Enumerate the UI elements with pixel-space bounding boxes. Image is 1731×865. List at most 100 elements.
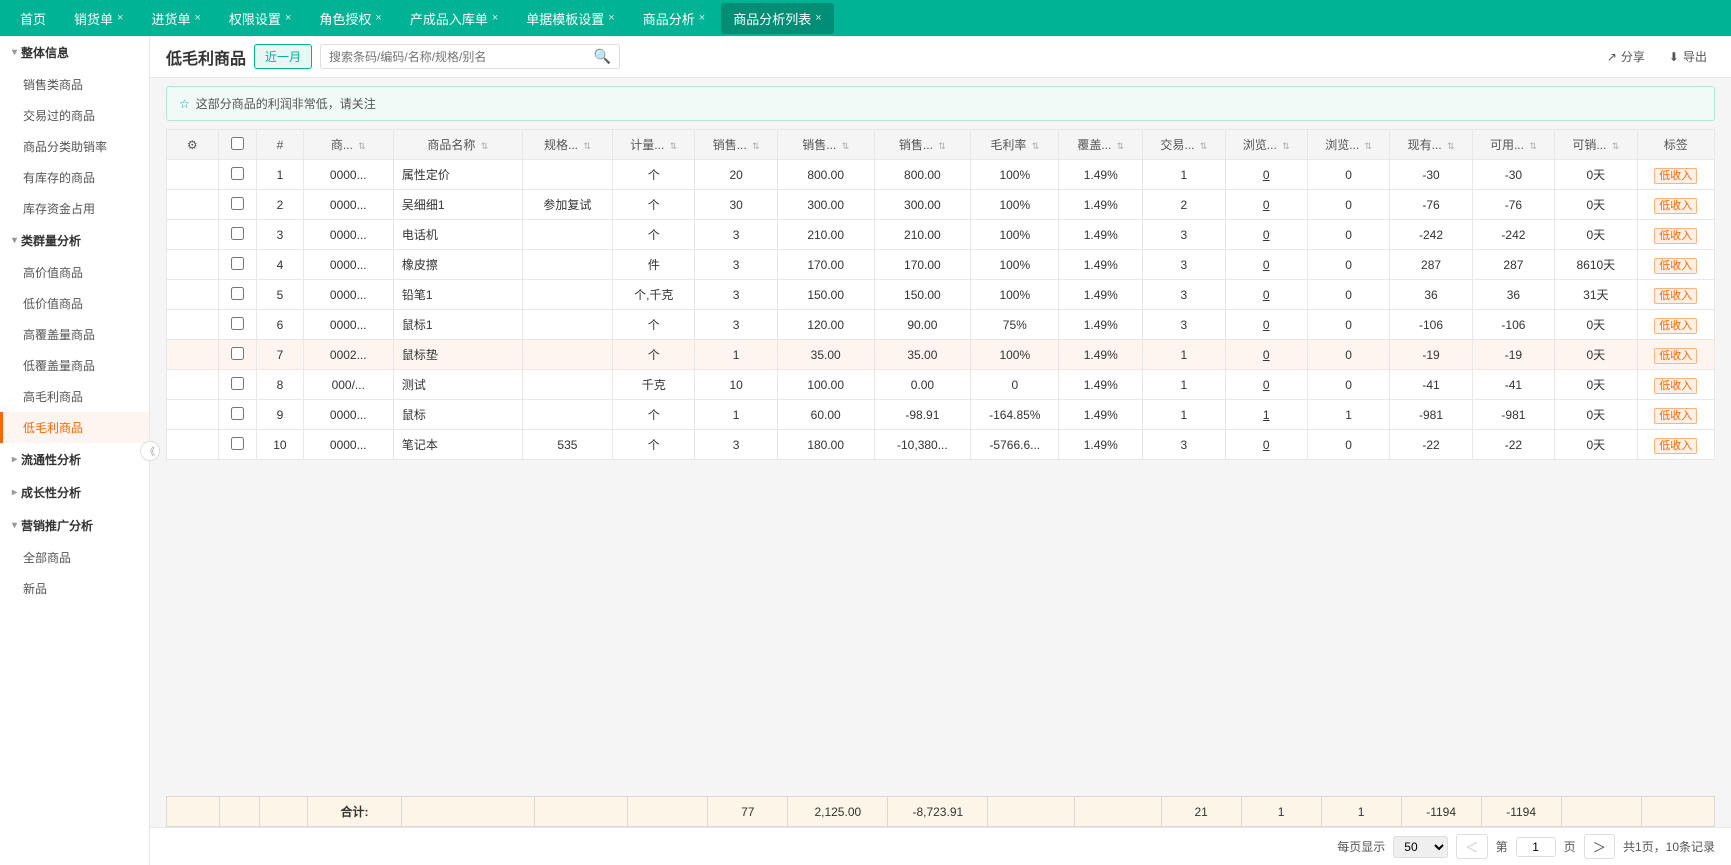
nav-permissions[interactable]: 权限设置 × [217,3,303,34]
row-check-4[interactable] [218,280,257,310]
th-name[interactable]: 商品名称 ⇅ [393,130,522,160]
row-check-7[interactable] [218,370,257,400]
export-button[interactable]: ⬇ 导出 [1661,44,1715,69]
row-browse1-5[interactable]: 0 [1225,310,1307,340]
th-browse1[interactable]: 浏览... ⇅ [1225,130,1307,160]
sidebar-group-circulation[interactable]: ▸ 流通性分析 [0,443,149,476]
nav-close-products[interactable]: × [492,12,498,24]
row-checkbox-4[interactable] [231,287,244,300]
row-settings-6 [167,340,219,370]
row-browse1-3[interactable]: 0 [1225,250,1307,280]
search-input[interactable] [329,50,594,64]
row-check-2[interactable] [218,220,257,250]
prev-page-button[interactable]: ＜ [1456,834,1487,859]
th-unit[interactable]: 计量... ⇅ [613,130,695,160]
row-checkbox-9[interactable] [231,437,244,450]
row-browse1-4[interactable]: 0 [1225,280,1307,310]
nav-close-roles[interactable]: × [375,12,381,24]
sidebar-item-sales-products[interactable]: 销售类商品 [0,69,149,100]
th-sale-price[interactable]: 销售... ⇅ [777,130,874,160]
share-button[interactable]: ↗ 分享 [1599,44,1653,69]
row-browse1-2[interactable]: 0 [1225,220,1307,250]
page-number-input[interactable] [1516,837,1556,857]
sort-icon-name: ⇅ [481,141,489,151]
nav-close-analysis-list[interactable]: × [815,12,821,24]
th-spec[interactable]: 规格... ⇅ [522,130,612,160]
th-sale-days[interactable]: 可销... ⇅ [1555,130,1637,160]
row-check-1[interactable] [218,190,257,220]
sidebar-item-high-coverage[interactable]: 高覆盖量商品 [0,319,149,350]
sidebar-item-low-coverage[interactable]: 低覆盖量商品 [0,350,149,381]
sidebar-item-inventory-capital[interactable]: 库存资金占用 [0,193,149,224]
nav-close-analysis[interactable]: × [699,12,705,24]
nav-close-templates[interactable]: × [608,12,614,24]
sidebar-group-overall[interactable]: ▾ 整体信息 [0,36,149,69]
next-page-button[interactable]: ＞ [1584,834,1615,859]
th-code[interactable]: 商... ⇅ [303,130,393,160]
sidebar-item-category-rate[interactable]: 商品分类助销率 [0,131,149,162]
row-check-6[interactable] [218,340,257,370]
sidebar-item-traded-products[interactable]: 交易过的商品 [0,100,149,131]
nav-templates[interactable]: 单据模板设置 × [514,3,626,34]
table-container[interactable]: ⚙ # 商... ⇅ 商品名称 ⇅ 规格... ⇅ [150,129,1731,796]
nav-sales[interactable]: 销货单 × [62,3,135,34]
nav-purchase[interactable]: 进货单 × [139,3,212,34]
row-check-0[interactable] [218,160,257,190]
row-checkbox-3[interactable] [231,257,244,270]
row-no-1: 2 [257,190,303,220]
row-browse1-0[interactable]: 0 [1225,160,1307,190]
th-sale-qty[interactable]: 销售... ⇅ [695,130,777,160]
sidebar-item-low-margin[interactable]: 低毛利商品 [0,412,149,443]
th-stock[interactable]: 现有... ⇅ [1390,130,1472,160]
sidebar-item-stocked-products[interactable]: 有库存的商品 [0,162,149,193]
nav-analysis[interactable]: 商品分析 × [631,3,717,34]
nav-close-purchase[interactable]: × [194,12,200,24]
date-filter-button[interactable]: 近一月 [254,44,312,69]
nav-close-permissions[interactable]: × [285,12,291,24]
th-margin-rate[interactable]: 覆盖... ⇅ [1059,130,1143,160]
sidebar-group-growth[interactable]: ▸ 成长性分析 [0,476,149,509]
th-trade-count[interactable]: 交易... ⇅ [1143,130,1225,160]
nav-products[interactable]: 产成品入库单 × [398,3,510,34]
search-icon[interactable]: 🔍 [594,48,611,65]
page-size-select[interactable]: 50 100 [1393,836,1448,858]
sidebar-item-low-value[interactable]: 低价值商品 [0,288,149,319]
row-browse1-9[interactable]: 0 [1225,430,1307,460]
row-check-3[interactable] [218,250,257,280]
row-checkbox-1[interactable] [231,197,244,210]
row-check-9[interactable] [218,430,257,460]
row-settings-7 [167,370,219,400]
row-checkbox-7[interactable] [231,377,244,390]
nav-roles[interactable]: 角色授权 × [307,3,393,34]
th-sale-amount[interactable]: 销售... ⇅ [874,130,971,160]
row-check-8[interactable] [218,400,257,430]
sidebar-item-new-products[interactable]: 新品 [0,573,149,604]
row-check-5[interactable] [218,310,257,340]
row-trade-4: 3 [1143,280,1225,310]
nav-close-sales[interactable]: × [117,12,123,24]
sidebar-group-marketing[interactable]: ▾ 营销推广分析 [0,509,149,542]
row-unit-2: 个 [613,220,695,250]
sidebar-item-all-products[interactable]: 全部商品 [0,542,149,573]
th-browse2[interactable]: 浏览... ⇅ [1307,130,1389,160]
row-browse1-8[interactable]: 1 [1225,400,1307,430]
nav-home[interactable]: 首页 [8,3,58,34]
row-browse1-7[interactable]: 0 [1225,370,1307,400]
row-checkbox-2[interactable] [231,227,244,240]
nav-analysis-list[interactable]: 商品分析列表 × [721,3,833,34]
select-all-checkbox[interactable] [231,137,244,150]
th-gross-rate[interactable]: 毛利率 ⇅ [971,130,1059,160]
sidebar-item-high-value[interactable]: 高价值商品 [0,257,149,288]
sidebar-group-cluster[interactable]: ▾ 类群量分析 [0,224,149,257]
th-settings[interactable]: ⚙ [167,130,219,160]
th-avail[interactable]: 可用... ⇅ [1472,130,1554,160]
row-browse1-6[interactable]: 0 [1225,340,1307,370]
th-check[interactable] [218,130,257,160]
sidebar-item-high-margin[interactable]: 高毛利商品 [0,381,149,412]
sidebar-collapse-button[interactable]: 《 [140,441,160,461]
row-checkbox-5[interactable] [231,317,244,330]
row-browse1-1[interactable]: 0 [1225,190,1307,220]
row-checkbox-8[interactable] [231,407,244,420]
row-checkbox-0[interactable] [231,167,244,180]
row-checkbox-6[interactable] [231,347,244,360]
